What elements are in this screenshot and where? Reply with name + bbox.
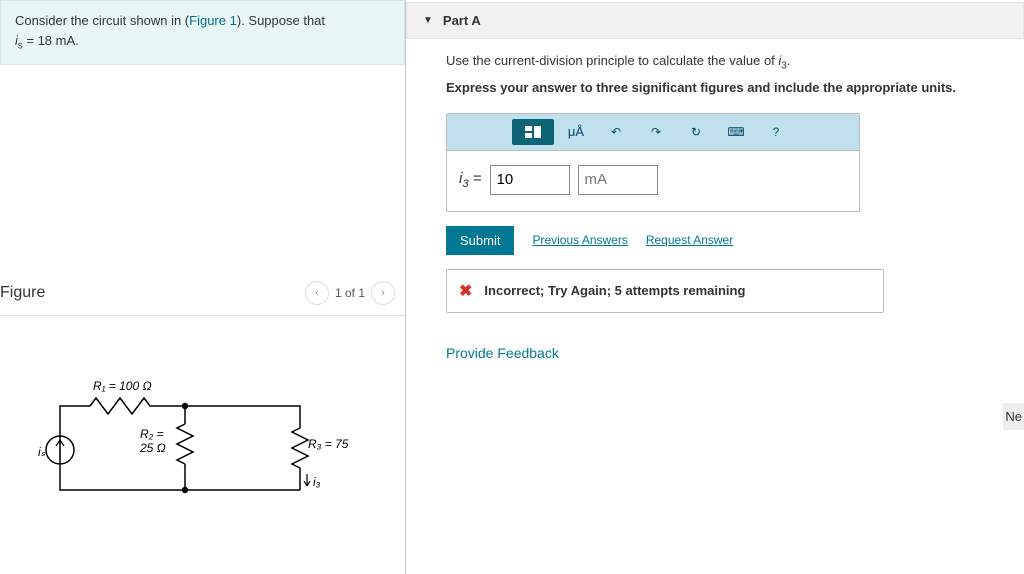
svg-text:R₃ = 75 Ω: R₃ = 75 Ω bbox=[308, 437, 350, 451]
incorrect-icon: ✖ bbox=[459, 281, 472, 301]
redo-button[interactable]: ↷ bbox=[638, 119, 674, 145]
svg-text:R₁ = 100 Ω: R₁ = 100 Ω bbox=[93, 379, 152, 393]
action-row: Submit Previous Answers Request Answer bbox=[446, 226, 1018, 255]
answer-toolbar: μÅ ↶ ↷ ↻ ⌨ ? bbox=[447, 114, 859, 151]
reset-button[interactable]: ↻ bbox=[678, 119, 714, 145]
feedback-text: Incorrect; Try Again; 5 attempts remaini… bbox=[484, 283, 745, 298]
submit-button[interactable]: Submit bbox=[446, 226, 514, 255]
pager-next-button[interactable]: › bbox=[371, 281, 395, 305]
provide-feedback-link[interactable]: Provide Feedback bbox=[446, 345, 1018, 361]
is-equation: is = 18 mA. bbox=[15, 33, 79, 48]
part-header[interactable]: ▼ Part A bbox=[406, 2, 1024, 39]
svg-text:iₛ: iₛ bbox=[38, 445, 46, 459]
caret-down-icon: ▼ bbox=[423, 15, 433, 26]
answer-row: i3 = mA bbox=[447, 151, 859, 211]
intro-text: Consider the circuit shown in ( bbox=[15, 13, 189, 28]
svg-text:i₃: i₃ bbox=[313, 475, 321, 489]
svg-text:R₂ =: R₂ = bbox=[140, 427, 164, 441]
units-button[interactable]: μÅ bbox=[558, 119, 594, 145]
answer-var: i3 = bbox=[459, 170, 482, 190]
template-icon[interactable] bbox=[512, 119, 554, 145]
feedback-box: ✖ Incorrect; Try Again; 5 attempts remai… bbox=[446, 269, 884, 313]
previous-answers-link[interactable]: Previous Answers bbox=[532, 233, 627, 247]
request-answer-link[interactable]: Request Answer bbox=[646, 233, 733, 247]
answer-widget: μÅ ↶ ↷ ↻ ⌨ ? i3 = mA bbox=[446, 113, 860, 212]
help-button[interactable]: ? bbox=[758, 119, 794, 145]
keyboard-button[interactable]: ⌨ bbox=[718, 119, 754, 145]
figure-header: Figure ‹ 1 of 1 › bbox=[0, 275, 405, 316]
figure-title: Figure bbox=[0, 284, 45, 302]
part-title: Part A bbox=[443, 13, 481, 28]
value-input[interactable] bbox=[490, 165, 570, 195]
svg-text:25 Ω: 25 Ω bbox=[139, 441, 166, 455]
next-button[interactable]: Ne bbox=[1003, 403, 1024, 430]
unit-input[interactable]: mA bbox=[578, 165, 658, 195]
figure-link[interactable]: Figure 1 bbox=[189, 13, 237, 28]
question-text: Use the current-division principle to ca… bbox=[446, 53, 1018, 72]
undo-button[interactable]: ↶ bbox=[598, 119, 634, 145]
figure-pager: ‹ 1 of 1 › bbox=[305, 281, 395, 305]
pager-count: 1 of 1 bbox=[335, 286, 365, 300]
circuit-diagram: iₛ R₁ = 100 Ω R₂ = 25 Ω R₃ = 75 Ω i₃ bbox=[0, 316, 405, 526]
problem-intro: Consider the circuit shown in (Figure 1)… bbox=[0, 0, 405, 65]
pager-prev-button[interactable]: ‹ bbox=[305, 281, 329, 305]
instruction-text: Express your answer to three significant… bbox=[446, 80, 1018, 95]
